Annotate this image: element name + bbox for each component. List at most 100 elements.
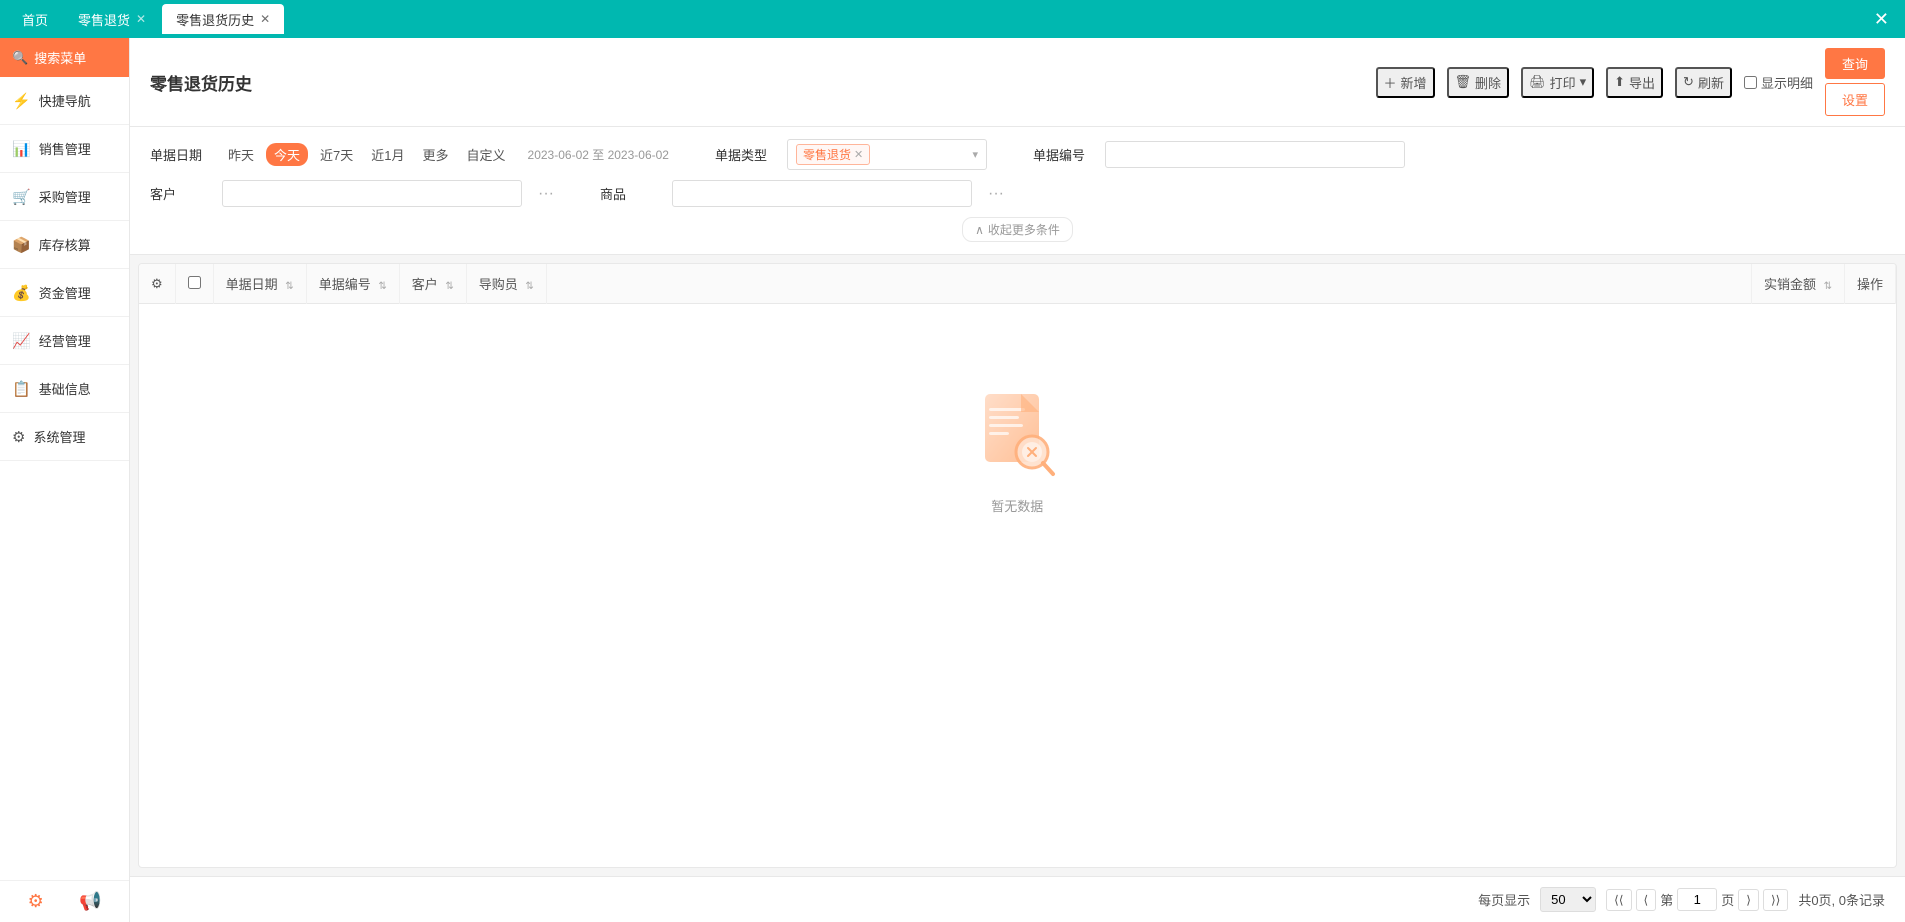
new-plus-icon: ＋ bbox=[1384, 73, 1397, 92]
type-select[interactable]: 零售退货 ✕ ▾ bbox=[787, 139, 987, 170]
data-table: ⚙ 单据日期 ⇅ 单据编号 ⇅ 客户 ⇅ bbox=[139, 264, 1896, 595]
print-icon: 🖨 bbox=[1529, 74, 1546, 90]
sidebar-item-purchase-mgmt-label: 采购管理 bbox=[39, 187, 91, 206]
customer-input[interactable] bbox=[222, 180, 522, 207]
col-ops: 操作 bbox=[1844, 264, 1895, 304]
type-tag: 零售退货 ✕ bbox=[796, 144, 870, 165]
tab-home[interactable]: 首页 bbox=[8, 4, 62, 34]
col-amount: 实销金额 ⇅ bbox=[1751, 264, 1844, 304]
table-body: 暂无数据 bbox=[139, 304, 1896, 596]
collapse-button[interactable]: ∧ 收起更多条件 bbox=[962, 217, 1073, 242]
setting-button[interactable]: 设置 bbox=[1825, 83, 1885, 116]
voucher-filter-label: 单据编号 bbox=[1033, 145, 1089, 164]
settings-bottom-icon[interactable]: ⚙ bbox=[28, 891, 44, 912]
delete-label: 删除 bbox=[1475, 73, 1501, 92]
empty-row: 暂无数据 bbox=[139, 304, 1896, 596]
sidebar-bottom: ⚙ 📢 bbox=[0, 880, 129, 922]
sales-mgmt-icon: 📊 bbox=[12, 140, 31, 158]
tab-retail-return-history-label: 零售退货历史 bbox=[176, 10, 254, 29]
content-area: 零售退货历史 ＋ 新增 🗑 删除 🖨 打印 ▾ ⬆ 导出 bbox=[130, 38, 1905, 922]
print-button[interactable]: 🖨 打印 ▾ bbox=[1521, 67, 1594, 98]
voucher-input[interactable] bbox=[1105, 141, 1405, 168]
purchase-mgmt-icon: 🛒 bbox=[12, 188, 31, 206]
sidebar-item-finance-mgmt[interactable]: 💰 资金管理 bbox=[0, 269, 129, 317]
show-detail-checkbox[interactable] bbox=[1744, 76, 1757, 89]
page-label: 第 bbox=[1660, 890, 1673, 909]
sidebar-item-operation-mgmt-label: 经营管理 bbox=[39, 331, 91, 350]
sidebar-search-label: 搜索菜单 bbox=[34, 48, 86, 67]
date-opt-today[interactable]: 今天 bbox=[266, 143, 308, 166]
finance-mgmt-icon: 💰 bbox=[12, 284, 31, 302]
select-all-checkbox[interactable] bbox=[188, 276, 201, 289]
refresh-button[interactable]: ↻ 刷新 bbox=[1675, 67, 1732, 98]
page-prev-button[interactable]: ⟨ bbox=[1636, 889, 1657, 911]
customer-dots-icon[interactable]: ··· bbox=[538, 185, 554, 203]
date-opt-yesterday[interactable]: 昨天 bbox=[222, 143, 260, 166]
page-size-label: 每页显示 bbox=[1478, 890, 1530, 909]
col-checkbox[interactable] bbox=[175, 264, 213, 304]
sidebar-search[interactable]: 🔍 搜索菜单 bbox=[0, 38, 129, 77]
filter-row-2: 客户 ··· 商品 ··· bbox=[150, 180, 1885, 207]
date-opt-more[interactable]: 更多 bbox=[417, 143, 455, 166]
type-filter-label: 单据类型 bbox=[715, 145, 771, 164]
query-button[interactable]: 查询 bbox=[1825, 48, 1885, 79]
header-right-btns: 查询 设置 bbox=[1825, 48, 1885, 116]
sidebar-item-purchase-mgmt[interactable]: 🛒 采购管理 bbox=[0, 173, 129, 221]
page-size-select[interactable]: 10 20 50 100 bbox=[1540, 887, 1596, 912]
goods-dots-icon[interactable]: ··· bbox=[988, 185, 1004, 203]
col-customer-sort-icon[interactable]: ⇅ bbox=[445, 281, 453, 292]
tab-retail-return-label: 零售退货 bbox=[78, 10, 130, 29]
export-icon: ⬆ bbox=[1614, 74, 1625, 90]
sidebar-item-system-mgmt[interactable]: ⚙ 系统管理 bbox=[0, 413, 129, 461]
page-last-button[interactable]: ⟩⟩ bbox=[1763, 889, 1788, 911]
tab-retail-return-close[interactable]: ✕ bbox=[136, 12, 146, 26]
tab-retail-return[interactable]: 零售退货 ✕ bbox=[64, 4, 160, 34]
page-first-button[interactable]: ⟨⟨ bbox=[1606, 889, 1631, 911]
date-opt-1month[interactable]: 近1月 bbox=[365, 143, 410, 166]
export-label: 导出 bbox=[1629, 73, 1655, 92]
col-amount-label: 实销金额 bbox=[1764, 277, 1816, 292]
page-next-button[interactable]: ⟩ bbox=[1738, 889, 1759, 911]
filter-area: 单据日期 昨天 今天 近7天 近1月 更多 自定义 2023-06-02 至 2… bbox=[130, 127, 1905, 255]
sidebar-item-basic-info[interactable]: 📋 基础信息 bbox=[0, 365, 129, 413]
new-label: 新增 bbox=[1401, 73, 1427, 92]
sidebar-item-quick-nav[interactable]: ⚡ 快捷导航 bbox=[0, 77, 129, 125]
col-amount-sort-icon[interactable]: ⇅ bbox=[1824, 281, 1832, 292]
col-spacer bbox=[546, 264, 1751, 304]
sidebar-item-sales-mgmt[interactable]: 📊 销售管理 bbox=[0, 125, 129, 173]
type-tag-label: 零售退货 bbox=[803, 146, 851, 163]
sidebar: 🔍 搜索菜单 ⚡ 快捷导航 📊 销售管理 🛒 采购管理 📦 库存核算 💰 资金管… bbox=[0, 38, 130, 922]
page-number-input[interactable] bbox=[1677, 888, 1717, 911]
delete-button[interactable]: 🗑 删除 bbox=[1447, 67, 1510, 98]
top-bar: 首页 零售退货 ✕ 零售退货历史 ✕ ✕ bbox=[0, 0, 1905, 38]
col-date-sort-icon[interactable]: ⇅ bbox=[285, 281, 293, 292]
sidebar-item-operation-mgmt[interactable]: 📈 经营管理 bbox=[0, 317, 129, 365]
table-header-row: ⚙ 单据日期 ⇅ 单据编号 ⇅ 客户 ⇅ bbox=[139, 264, 1896, 304]
pagination-bar: 每页显示 10 20 50 100 ⟨⟨ ⟨ 第 页 ⟩ ⟩⟩ 共0页, 0条记… bbox=[130, 876, 1905, 922]
sidebar-item-inventory-check[interactable]: 📦 库存核算 bbox=[0, 221, 129, 269]
empty-state-cell: 暂无数据 bbox=[139, 304, 1896, 596]
export-button[interactable]: ⬆ 导出 bbox=[1606, 67, 1663, 98]
sound-bottom-icon[interactable]: 📢 bbox=[79, 891, 101, 912]
col-voucher-no-sort-icon[interactable]: ⇅ bbox=[378, 281, 386, 292]
close-window-button[interactable]: ✕ bbox=[1866, 9, 1897, 30]
date-opt-7days[interactable]: 近7天 bbox=[314, 143, 359, 166]
type-tag-remove[interactable]: ✕ bbox=[854, 148, 863, 161]
tab-retail-return-history-close[interactable]: ✕ bbox=[260, 12, 270, 26]
goods-input[interactable] bbox=[672, 180, 972, 207]
tab-retail-return-history[interactable]: 零售退货历史 ✕ bbox=[162, 4, 284, 34]
system-mgmt-icon: ⚙ bbox=[12, 428, 25, 446]
date-options: 昨天 今天 近7天 近1月 更多 自定义 bbox=[222, 143, 512, 166]
sidebar-item-quick-nav-label: 快捷导航 bbox=[39, 91, 91, 110]
basic-info-icon: 📋 bbox=[12, 380, 31, 398]
tab-home-label: 首页 bbox=[22, 10, 48, 29]
date-opt-custom[interactable]: 自定义 bbox=[461, 143, 512, 166]
col-guide-label: 导购员 bbox=[479, 277, 518, 292]
table-container: ⚙ 单据日期 ⇅ 单据编号 ⇅ 客户 ⇅ bbox=[138, 263, 1897, 868]
new-button[interactable]: ＋ 新增 bbox=[1376, 67, 1435, 98]
show-detail-text: 显示明细 bbox=[1761, 73, 1813, 92]
type-select-chevron: ▾ bbox=[972, 148, 978, 161]
collapse-label: 收起更多条件 bbox=[988, 221, 1060, 238]
col-settings[interactable]: ⚙ bbox=[139, 264, 175, 304]
col-guide-sort-icon[interactable]: ⇅ bbox=[525, 281, 533, 292]
